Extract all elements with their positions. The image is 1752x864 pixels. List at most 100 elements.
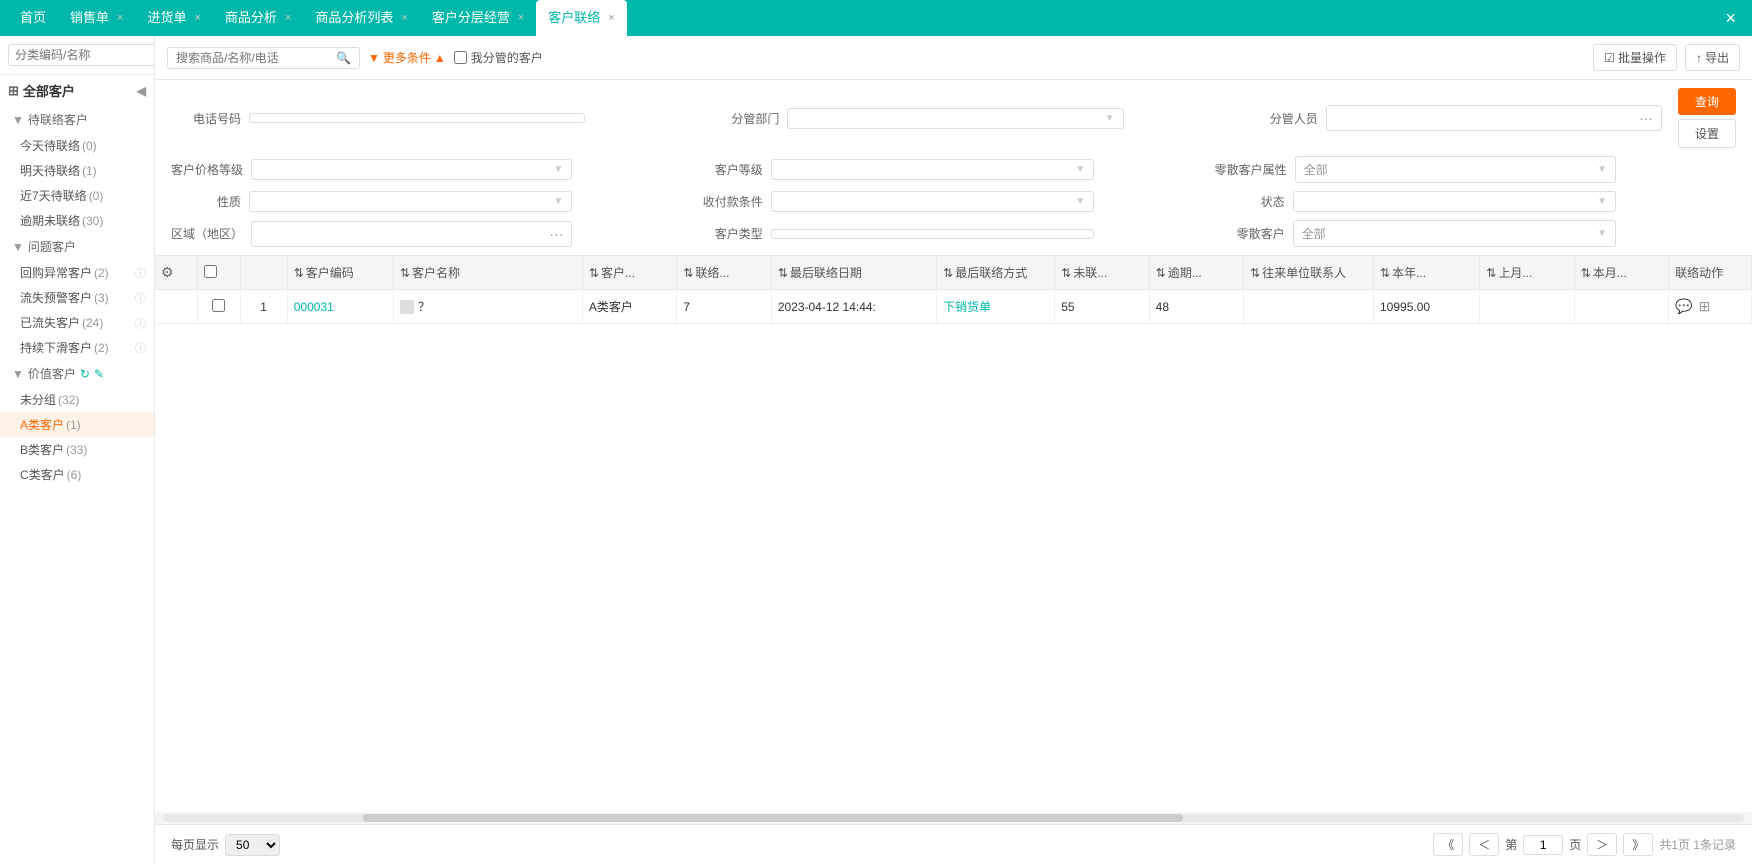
scrollbar-track[interactable] [163, 814, 1744, 822]
field-phone-input[interactable] [249, 113, 585, 123]
th-name[interactable]: ⇅客户名称 [393, 256, 582, 290]
nav-sales-close[interactable]: × [117, 0, 123, 36]
row-last-way-cell[interactable]: 下销货单 [937, 290, 1055, 324]
th-code[interactable]: ⇅客户编码 [287, 256, 393, 290]
window-close-button[interactable]: × [1717, 8, 1744, 29]
sidebar-item-declining[interactable]: 持续下滑客户 (2) ⓘ [0, 335, 154, 360]
nav-sales[interactable]: 销售单 × [58, 0, 135, 36]
repurchase-info-icon[interactable]: ⓘ [135, 265, 146, 281]
nav-analysis-list[interactable]: 商品分析列表 × [303, 0, 419, 36]
horizontal-scrollbar[interactable] [155, 812, 1752, 824]
filter-search-icon[interactable]: 🔍 [336, 51, 351, 65]
row-more-icon[interactable]: ⊞ [1699, 298, 1711, 315]
row-checkbox-cell[interactable] [198, 290, 241, 324]
nav-analysis-list-close[interactable]: × [401, 0, 407, 36]
field-dept-input[interactable]: ▼ [787, 108, 1123, 129]
th-settings[interactable]: ⚙ [155, 256, 198, 290]
value-refresh-icon[interactable]: ↻ [80, 367, 90, 381]
row-contact-icon[interactable]: 💬 [1675, 298, 1692, 315]
row-code[interactable]: 000031 [294, 300, 334, 314]
first-page-button[interactable]: 《 [1433, 833, 1463, 856]
nav-customer-tier[interactable]: 客户分层经营 × [420, 0, 536, 36]
sidebar-item-class-b[interactable]: B类客户 (33) [0, 437, 154, 462]
declining-info-icon[interactable]: ⓘ [135, 340, 146, 356]
batch-op-button[interactable]: ☑ 批量操作 [1593, 44, 1677, 71]
field-region-input[interactable]: ··· [251, 221, 572, 247]
th-overdue-label: 逾期... [1168, 264, 1202, 281]
field-customer-type-input[interactable] [771, 229, 1094, 239]
row-code-cell[interactable]: 000031 [287, 290, 393, 324]
sidebar-item-churned[interactable]: 已流失客户 (24) ⓘ [0, 310, 154, 335]
field-customer-level-input[interactable]: ▼ [771, 159, 1094, 180]
my-customers-checkbox-label[interactable]: 我分管的客户 [454, 49, 543, 66]
nav-analysis[interactable]: 商品分析 × [213, 0, 303, 36]
sidebar-item-class-c[interactable]: C类客户 (6) [0, 462, 154, 487]
sidebar-group-problem[interactable]: ▼ 问题客户 [0, 233, 154, 260]
select-all-checkbox[interactable] [204, 265, 217, 278]
th-overdue[interactable]: ⇅逾期... [1149, 256, 1243, 290]
table-settings-icon[interactable]: ⚙ [161, 264, 174, 280]
region-dots-icon[interactable]: ··· [549, 226, 563, 242]
manager-dots-icon[interactable]: ··· [1639, 110, 1653, 126]
th-last-month[interactable]: ⇅上月... [1480, 256, 1574, 290]
page-size-select[interactable]: 50 100 [225, 834, 280, 856]
field-retail-attr-input[interactable]: 全部 ▼ [1295, 156, 1616, 183]
field-payment-input[interactable]: ▼ [771, 191, 1094, 212]
filter-search-input[interactable] [176, 51, 336, 65]
filter-more-btn[interactable]: ▼ 更多条件 ▲ [368, 49, 446, 66]
th-hist-contact-sort-icon: ⇅ [1250, 266, 1260, 280]
th-this-month[interactable]: ⇅本月... [1574, 256, 1668, 290]
sidebar-item-class-a[interactable]: A类客户 (1) [0, 412, 154, 437]
page-input[interactable] [1523, 835, 1563, 855]
churn-warning-info-icon[interactable]: ⓘ [135, 290, 146, 306]
sidebar-collapse-btn[interactable]: ◀ [137, 84, 146, 98]
th-this-year[interactable]: ⇅本年... [1374, 256, 1480, 290]
sidebar-search-input[interactable] [8, 44, 155, 66]
nav-purchase[interactable]: 进货单 × [135, 0, 212, 36]
field-status-input[interactable]: ▼ [1293, 191, 1616, 212]
class-c-count: (6) [67, 468, 82, 482]
sidebar-item-today[interactable]: 今天待联络 (0) [0, 133, 154, 158]
sidebar-item-repurchase-abnormal[interactable]: 回购异常客户 (2) ⓘ [0, 260, 154, 285]
sidebar-all-customers[interactable]: ⊞ 全部客户 ◀ [0, 75, 154, 106]
scrollbar-thumb[interactable] [363, 814, 1183, 822]
sidebar-item-unclassified[interactable]: 未分组 (32) [0, 387, 154, 412]
th-checkbox[interactable] [198, 256, 241, 290]
sidebar-group-pending[interactable]: ▼ 待联络客户 [0, 106, 154, 133]
nav-purchase-close[interactable]: × [194, 0, 200, 36]
sidebar-group-value[interactable]: ▼ 价值客户 ↻ ✎ [0, 360, 154, 387]
field-price-level-input[interactable]: ▼ [251, 159, 572, 180]
sidebar-item-overdue[interactable]: 逾期未联络 (30) [0, 208, 154, 233]
page-suffix: 页 [1569, 836, 1581, 853]
field-retail-customer-input[interactable]: 全部 ▼ [1293, 220, 1616, 247]
row-name[interactable]: ？ [418, 298, 430, 315]
row-checkbox[interactable] [212, 299, 225, 312]
th-no-contact[interactable]: ⇅未联... [1055, 256, 1149, 290]
value-edit-icon[interactable]: ✎ [94, 367, 104, 381]
nav-home[interactable]: 首页 [8, 0, 58, 36]
churned-info-icon[interactable]: ⓘ [135, 315, 146, 331]
query-button[interactable]: 查询 [1678, 88, 1736, 115]
nav-analysis-close[interactable]: × [285, 0, 291, 36]
field-manager-input[interactable]: ··· [1326, 105, 1662, 131]
th-last-way[interactable]: ⇅最后联络方式 [937, 256, 1055, 290]
th-contact[interactable]: ⇅联络... [677, 256, 771, 290]
th-level[interactable]: ⇅客户... [582, 256, 676, 290]
field-nature-input[interactable]: ▼ [249, 191, 572, 212]
settings-button[interactable]: 设置 [1678, 119, 1736, 148]
sidebar-item-churn-warning[interactable]: 流失预警客户 (3) ⓘ [0, 285, 154, 310]
th-hist-contact[interactable]: ⇅往来单位联系人 [1244, 256, 1374, 290]
row-last-way[interactable]: 下销货单 [943, 300, 991, 314]
my-customers-checkbox[interactable] [454, 51, 467, 64]
sidebar-item-7days[interactable]: 近7天待联络 (0) [0, 183, 154, 208]
sidebar-item-tomorrow[interactable]: 明天待联络 (1) [0, 158, 154, 183]
last-page-button[interactable]: 》 [1623, 833, 1653, 856]
next-page-button[interactable]: ＞ [1587, 833, 1617, 856]
nav-customer-contact-close[interactable]: × [608, 0, 614, 36]
prev-page-button[interactable]: ＜ [1469, 833, 1499, 856]
nav-customer-tier-close[interactable]: × [518, 0, 524, 36]
th-last-date[interactable]: ⇅最后联络日期 [771, 256, 936, 290]
export-button[interactable]: ↑ 导出 [1685, 44, 1740, 71]
nav-customer-contact[interactable]: 客户联络 × [536, 0, 626, 36]
th-num [240, 256, 287, 290]
